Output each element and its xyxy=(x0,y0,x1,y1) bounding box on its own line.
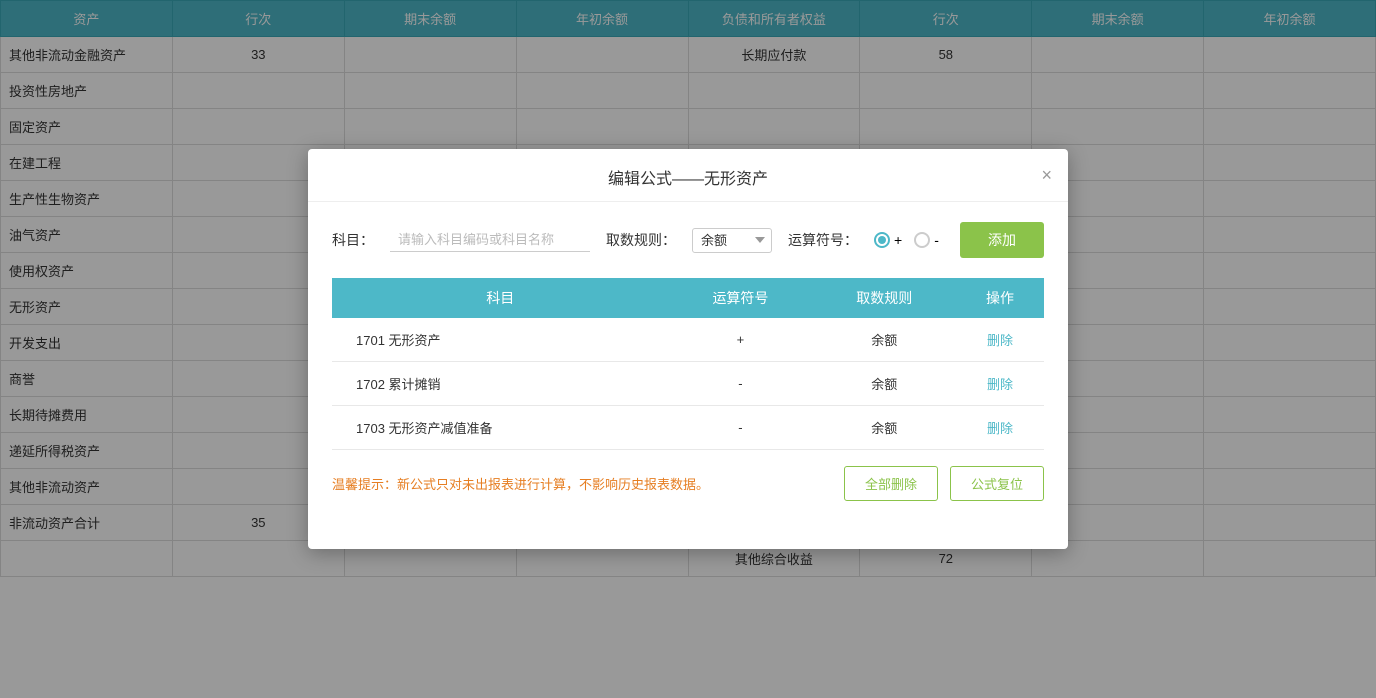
rule-select-wrap: 余额 借方 贷方 xyxy=(692,228,772,253)
close-icon[interactable]: × xyxy=(1041,166,1052,184)
radio-minus[interactable]: - xyxy=(914,232,939,248)
formula-subject-2: 1702 累计摊销 xyxy=(332,362,669,406)
formula-rule-3: 余额 xyxy=(812,406,956,450)
formula-operator-2: - xyxy=(669,362,813,406)
inner-col-subject: 科目 xyxy=(332,278,669,318)
dialog-title: 编辑公式——无形资产 xyxy=(608,171,768,188)
formula-subject-1: 1701 无形资产 xyxy=(332,318,669,362)
operator-label: 运算符号： xyxy=(788,230,858,250)
dialog-footer: 温馨提示：新公式只对未出报表进行计算，不影响历史报表数据。 全部删除 公式复位 xyxy=(308,450,1068,509)
formula-rule-1: 余额 xyxy=(812,318,956,362)
delete-all-button[interactable]: 全部删除 xyxy=(844,466,938,501)
formula-operator-1: + xyxy=(669,318,813,362)
dialog-header: 编辑公式——无形资产 × xyxy=(308,149,1068,202)
formula-action-2[interactable]: 删除 xyxy=(956,362,1044,406)
modal-overlay: 编辑公式——无形资产 × 科目： 取数规则： 余额 借方 贷方 运算符号： xyxy=(0,0,1376,698)
operator-radio-group: + - xyxy=(874,232,939,248)
rule-label: 取数规则： xyxy=(606,230,676,250)
dialog-body: 科目： 取数规则： 余额 借方 贷方 运算符号： + xyxy=(308,202,1068,450)
formula-action-3[interactable]: 删除 xyxy=(956,406,1044,450)
delete-link-3[interactable]: 删除 xyxy=(987,421,1013,436)
radio-minus-label: - xyxy=(934,232,939,248)
radio-minus-circle xyxy=(914,232,930,248)
delete-link-1[interactable]: 删除 xyxy=(987,333,1013,348)
formula-subject-3: 1703 无形资产减值准备 xyxy=(332,406,669,450)
formula-row-2: 1702 累计摊销 - 余额 删除 xyxy=(332,362,1044,406)
formula-row-3: 1703 无形资产减值准备 - 余额 删除 xyxy=(332,406,1044,450)
formula-table: 科目 运算符号 取数规则 操作 1701 无形资产 + 余额 删除 1702 累… xyxy=(332,278,1044,450)
inner-col-operator: 运算符号 xyxy=(669,278,813,318)
rule-select[interactable]: 余额 借方 贷方 xyxy=(692,228,772,253)
radio-plus-label: + xyxy=(894,232,902,248)
formula-action-1[interactable]: 删除 xyxy=(956,318,1044,362)
formula-rule-2: 余额 xyxy=(812,362,956,406)
tip-text: 温馨提示：新公式只对未出报表进行计算，不影响历史报表数据。 xyxy=(332,474,709,493)
formula-operator-3: - xyxy=(669,406,813,450)
inner-col-action: 操作 xyxy=(956,278,1044,318)
reset-formula-button[interactable]: 公式复位 xyxy=(950,466,1044,501)
radio-plus[interactable]: + xyxy=(874,232,902,248)
subject-input[interactable] xyxy=(390,228,590,252)
radio-plus-circle xyxy=(874,232,890,248)
footer-btn-group: 全部删除 公式复位 xyxy=(844,466,1044,501)
add-button[interactable]: 添加 xyxy=(960,222,1044,258)
edit-formula-dialog: 编辑公式——无形资产 × 科目： 取数规则： 余额 借方 贷方 运算符号： xyxy=(308,149,1068,549)
delete-link-2[interactable]: 删除 xyxy=(987,377,1013,392)
inner-col-rule: 取数规则 xyxy=(812,278,956,318)
subject-label: 科目： xyxy=(332,230,374,250)
formula-form-row: 科目： 取数规则： 余额 借方 贷方 运算符号： + xyxy=(332,222,1044,258)
formula-row-1: 1701 无形资产 + 余额 删除 xyxy=(332,318,1044,362)
